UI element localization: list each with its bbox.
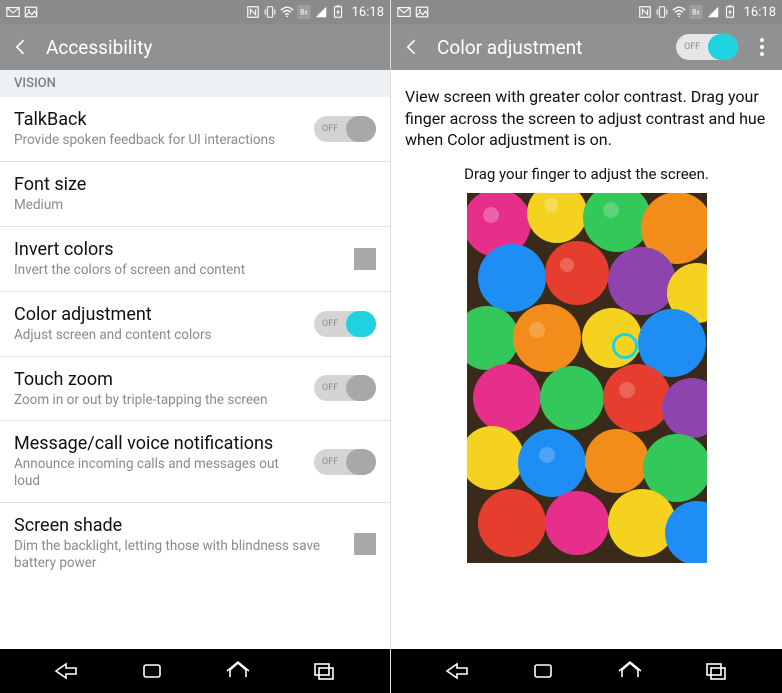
toggle-talkback[interactable]: OFF ON — [314, 116, 376, 142]
overflow-menu-icon[interactable] — [752, 38, 772, 56]
row-title: TalkBack — [14, 109, 304, 130]
settings-list: TalkBack Provide spoken feedback for UI … — [0, 97, 390, 649]
gmail-icon — [6, 5, 20, 19]
row-invert-colors[interactable]: Invert colors Invert the colors of scree… — [0, 227, 390, 292]
nav-back[interactable] — [437, 659, 477, 683]
description-text: View screen with greater color contrast.… — [405, 86, 768, 151]
row-title: Invert colors — [14, 239, 344, 260]
back-button[interactable] — [401, 36, 423, 58]
row-subtitle: Zoom in or out by triple-tapping the scr… — [14, 392, 304, 409]
nav-recent[interactable] — [696, 659, 736, 683]
vibrate-icon — [655, 5, 669, 19]
status-bar: Bx 16:18 — [0, 0, 390, 24]
back-button[interactable] — [10, 36, 32, 58]
status-time: 16:18 — [352, 5, 384, 20]
row-touch-zoom[interactable]: Touch zoom Zoom in or out by triple-tapp… — [0, 357, 390, 422]
toggle-touch-zoom[interactable]: OFF ON — [314, 375, 376, 401]
toggle-color-adjustment[interactable]: OFF ON — [314, 311, 376, 337]
row-subtitle: Adjust screen and content colors — [14, 327, 304, 344]
title-bar-color-adjustment: Color adjustment OFF ON — [391, 24, 782, 70]
nav-bar — [0, 649, 390, 693]
image-icon — [415, 5, 429, 19]
battery-icon — [723, 5, 737, 19]
nav-search[interactable] — [523, 659, 563, 683]
color-adjustment-content: View screen with greater color contrast.… — [391, 70, 782, 649]
row-font-size[interactable]: Font size Medium — [0, 162, 390, 227]
page-title: Accessibility — [46, 36, 380, 59]
toggle-color-adjustment-main[interactable]: OFF ON — [676, 34, 738, 60]
checkbox-screen-shade[interactable] — [354, 533, 376, 555]
svg-text:Bx: Bx — [300, 9, 308, 17]
data-icon: Bx — [689, 5, 703, 19]
row-talkback[interactable]: TalkBack Provide spoken feedback for UI … — [0, 97, 390, 162]
row-color-adjustment[interactable]: Color adjustment Adjust screen and conte… — [0, 292, 390, 357]
phone-left: Bx 16:18 Accessibility VISION TalkBack P… — [0, 0, 391, 693]
row-title: Message/call voice notifications — [14, 433, 304, 454]
nav-bar — [391, 649, 782, 693]
gmail-icon — [397, 5, 411, 19]
row-title: Screen shade — [14, 515, 344, 536]
signal-icon — [314, 5, 328, 19]
nav-home[interactable] — [610, 659, 650, 683]
phone-right: Bx 16:18 Color adjustment OFF ON View sc… — [391, 0, 782, 693]
data-icon: Bx — [297, 5, 311, 19]
hint-text: Drag your finger to adjust the screen. — [464, 165, 709, 183]
signal-icon — [706, 5, 720, 19]
row-voice-notifications[interactable]: Message/call voice notifications Announc… — [0, 421, 390, 503]
nav-home[interactable] — [218, 659, 258, 683]
toggle-voice-notifications[interactable]: OFF ON — [314, 449, 376, 475]
vibrate-icon — [263, 5, 277, 19]
image-icon — [24, 5, 38, 19]
status-time: 16:18 — [744, 5, 776, 20]
title-bar-accessibility: Accessibility — [0, 24, 390, 70]
row-subtitle: Provide spoken feedback for UI interacti… — [14, 132, 304, 149]
row-subtitle: Announce incoming calls and messages out… — [14, 456, 304, 490]
row-subtitle: Medium — [14, 197, 376, 214]
row-title: Color adjustment — [14, 304, 304, 325]
section-header-vision: VISION — [0, 70, 390, 97]
page-title: Color adjustment — [437, 36, 662, 59]
row-title: Touch zoom — [14, 369, 304, 390]
touch-indicator-icon — [612, 333, 638, 359]
row-screen-shade[interactable]: Screen shade Dim the backlight, letting … — [0, 503, 390, 584]
nav-back[interactable] — [46, 659, 86, 683]
battery-icon — [331, 5, 345, 19]
checkbox-invert-colors[interactable] — [354, 248, 376, 270]
nav-search[interactable] — [132, 659, 172, 683]
nfc-icon — [638, 5, 652, 19]
wifi-icon — [672, 5, 686, 19]
row-title: Font size — [14, 174, 376, 195]
status-bar: Bx 16:18 — [391, 0, 782, 24]
row-subtitle: Invert the colors of screen and content — [14, 262, 344, 279]
svg-text:Bx: Bx — [692, 9, 700, 17]
nfc-icon — [246, 5, 260, 19]
preview-image[interactable] — [467, 193, 707, 563]
nav-recent[interactable] — [304, 659, 344, 683]
row-subtitle: Dim the backlight, letting those with bl… — [14, 538, 344, 572]
wifi-icon — [280, 5, 294, 19]
